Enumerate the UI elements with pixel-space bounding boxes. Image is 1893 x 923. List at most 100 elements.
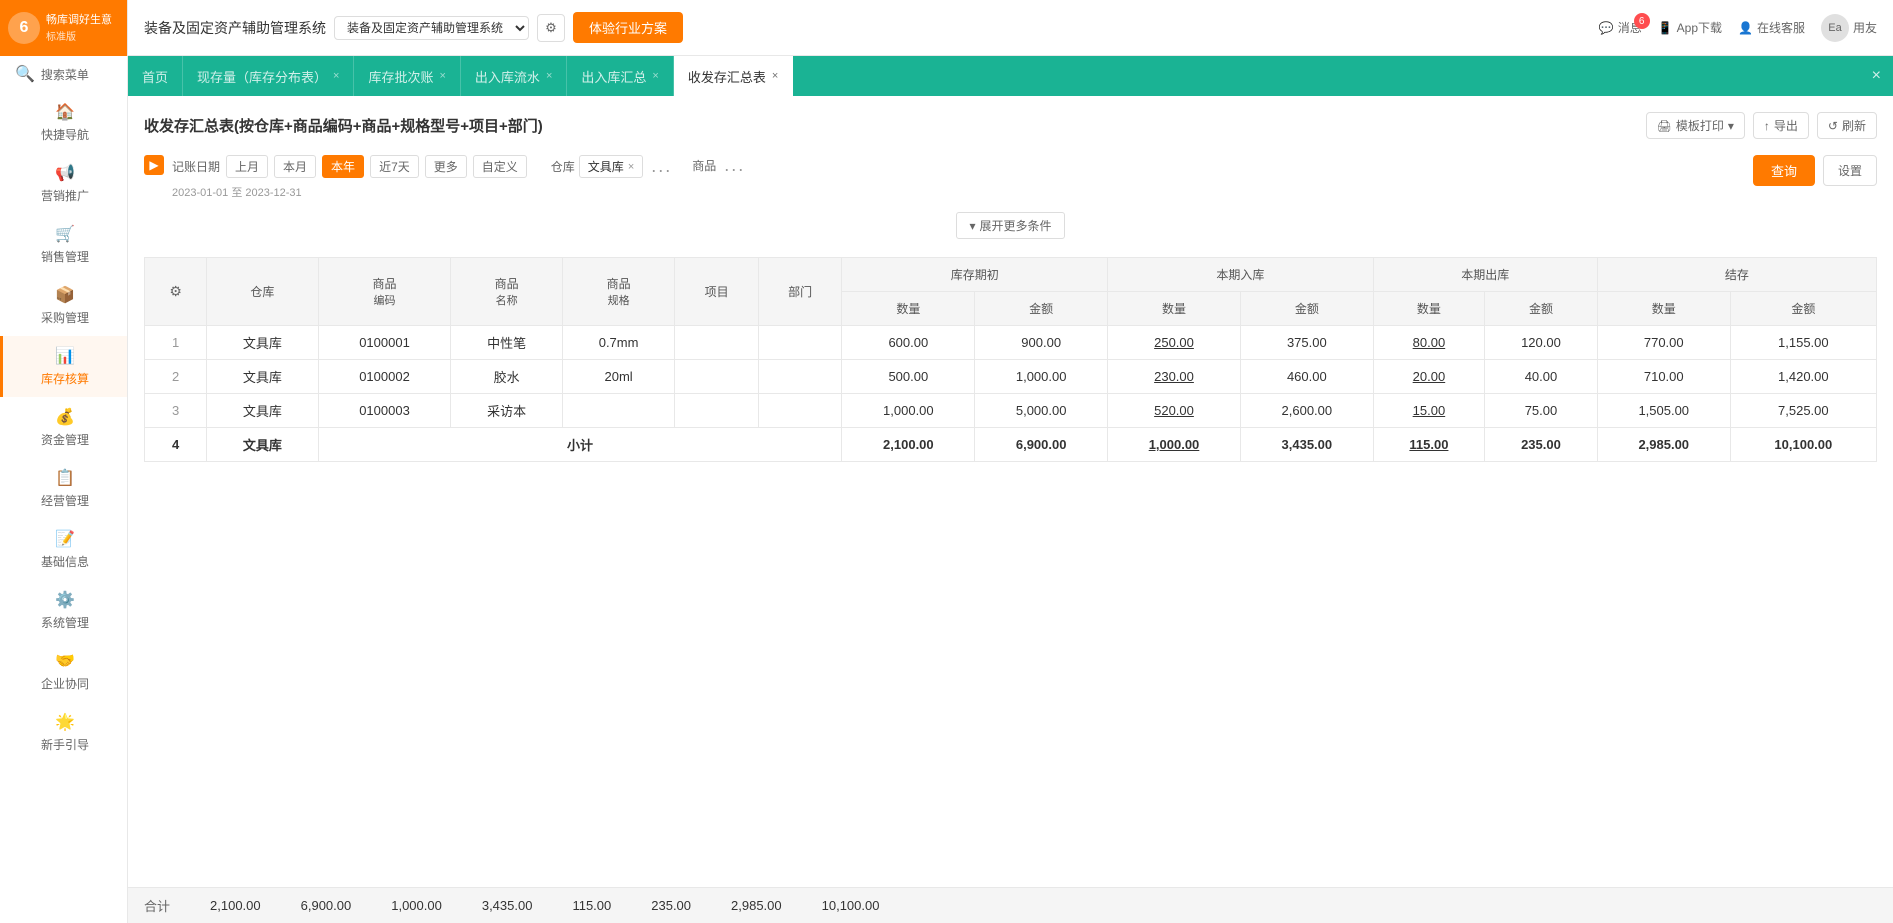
cell-in-amt: 375.00	[1240, 326, 1373, 360]
tab-flow[interactable]: 出入库流水 ×	[461, 56, 567, 96]
cell-out-qty[interactable]: 80.00	[1373, 326, 1484, 360]
th-close-amt: 金额	[1730, 292, 1876, 326]
cell-opening-amt: 900.00	[975, 326, 1108, 360]
logo-text: 畅库调好生意	[46, 13, 112, 28]
sidebar-item-system[interactable]: ⚙️ 系统管理	[0, 580, 127, 641]
subtotal-out-qty[interactable]: 115.00	[1373, 428, 1484, 462]
subtotal-close-qty: 2,985.00	[1597, 428, 1730, 462]
sidebar-item-quick-nav[interactable]: 🏠 快捷导航	[0, 92, 127, 153]
sidebar-item-finance[interactable]: 💰 资金管理	[0, 397, 127, 458]
tab-close-batch[interactable]: ×	[439, 70, 445, 82]
cell-in-amt: 460.00	[1240, 360, 1373, 394]
date-btn-last-month[interactable]: 上月	[226, 155, 268, 178]
username-label: 用友	[1853, 19, 1877, 36]
content-area: 收发存汇总表(按仓库+商品编码+商品+规格型号+项目+部门) 🖨 模板打印 ▾ …	[128, 96, 1893, 887]
tab-batch[interactable]: 库存批次账 ×	[354, 56, 460, 96]
tab-home[interactable]: 首页	[128, 56, 183, 96]
cell-goods-code: 0100002	[318, 360, 451, 394]
subtotal-out-amt: 235.00	[1485, 428, 1598, 462]
th-project: 项目	[675, 258, 759, 326]
sidebar-item-sales[interactable]: 🛒 销售管理	[0, 214, 127, 275]
system-select[interactable]: 装备及固定资产辅助管理系统	[334, 16, 529, 40]
warehouse-more-button[interactable]: ...	[647, 156, 676, 177]
goods-label: 商品	[692, 157, 716, 174]
main-area: 装备及固定资产辅助管理系统 装备及固定资产辅助管理系统 ⚙ 体验行业方案 💬 消…	[128, 0, 1893, 923]
corp-icon: 🤝	[55, 651, 75, 671]
row-num: 1	[145, 326, 207, 360]
sidebar-item-operations[interactable]: 📋 经营管理	[0, 458, 127, 519]
th-opening-amt: 金额	[975, 292, 1108, 326]
filter-toggle-btn[interactable]: ▶	[144, 155, 164, 175]
date-btn-this-month[interactable]: 本月	[274, 155, 316, 178]
subtotal-num: 4	[145, 428, 207, 462]
cell-department	[758, 394, 842, 428]
warehouse-label: 仓库	[551, 158, 575, 175]
cell-out-amt: 120.00	[1485, 326, 1598, 360]
th-in-qty: 数量	[1108, 292, 1241, 326]
page-title-text: 收发存汇总表(按仓库+商品编码+商品+规格型号+项目+部门)	[144, 115, 543, 136]
cell-warehouse: 文具库	[207, 394, 318, 428]
tab-close-recv-send[interactable]: ×	[772, 70, 778, 82]
tabbar: 首页 现存量（库存分布表） × 库存批次账 × 出入库流水 × 出入库汇总 × …	[128, 56, 1893, 96]
expand-more-conditions-button[interactable]: ▾ 展开更多条件	[956, 212, 1064, 239]
cell-out-qty[interactable]: 20.00	[1373, 360, 1484, 394]
tab-close-inventory-dist[interactable]: ×	[333, 70, 339, 82]
notification-button[interactable]: 💬 消息 6	[1599, 19, 1642, 36]
sidebar-item-search[interactable]: 🔍 搜索菜单	[0, 56, 127, 92]
date-btn-this-year[interactable]: 本年	[322, 155, 364, 178]
cell-in-qty[interactable]: 230.00	[1108, 360, 1241, 394]
table-row: 2 文具库 0100002 胶水 20ml 500.00 1,000.00 23…	[145, 360, 1877, 394]
date-btn-more[interactable]: 更多	[425, 155, 467, 178]
cell-goods-spec	[562, 394, 675, 428]
subtotal-in-qty[interactable]: 1,000.00	[1108, 428, 1241, 462]
cell-goods-spec: 20ml	[562, 360, 675, 394]
date-btn-custom[interactable]: 自定义	[473, 155, 527, 178]
filter-warehouse-group: 仓库 文具库 × ...	[551, 155, 676, 178]
filter-setting-button[interactable]: 设置	[1823, 155, 1877, 186]
sidebar-item-label: 企业协同	[41, 675, 89, 692]
user-menu-button[interactable]: Ea 用友	[1821, 14, 1877, 42]
app-download-button[interactable]: 📱 App下载	[1658, 19, 1722, 36]
th-settings[interactable]: ⚙	[145, 258, 207, 326]
refresh-button[interactable]: ↺ 刷新	[1817, 112, 1877, 139]
topbar-left: 装备及固定资产辅助管理系统 装备及固定资产辅助管理系统 ⚙ 体验行业方案	[144, 12, 683, 43]
subtotal-warehouse: 文具库	[207, 428, 318, 462]
cell-in-amt: 2,600.00	[1240, 394, 1373, 428]
query-button[interactable]: 查询	[1753, 155, 1815, 186]
goods-more-button[interactable]: ...	[720, 155, 749, 176]
sidebar-item-marketing[interactable]: 📢 营销推广	[0, 153, 127, 214]
warehouse-tag-remove[interactable]: ×	[628, 161, 634, 173]
th-opening-qty: 数量	[842, 292, 975, 326]
sidebar-item-label: 采购管理	[41, 309, 89, 326]
page-container: 收发存汇总表(按仓库+商品编码+商品+规格型号+项目+部门) 🖨 模板打印 ▾ …	[128, 96, 1893, 887]
sidebar-item-basic-info[interactable]: 📝 基础信息	[0, 519, 127, 580]
purchase-icon: 📦	[55, 285, 75, 305]
tab-inventory-dist[interactable]: 现存量（库存分布表） ×	[183, 56, 354, 96]
cell-close-qty: 1,505.00	[1597, 394, 1730, 428]
online-service-button[interactable]: 👤 在线客服	[1738, 19, 1805, 36]
date-btn-7days[interactable]: 近7天	[370, 155, 419, 178]
cell-in-qty[interactable]: 520.00	[1108, 394, 1241, 428]
tab-close-summary[interactable]: ×	[652, 70, 658, 82]
sidebar-item-label: 经营管理	[41, 492, 89, 509]
print-template-button[interactable]: 🖨 模板打印 ▾	[1646, 112, 1745, 139]
sidebar-item-corp[interactable]: 🤝 企业协同	[0, 641, 127, 702]
cell-in-qty[interactable]: 250.00	[1108, 326, 1241, 360]
logo-sub: 标准版	[46, 28, 112, 43]
tab-recv-send[interactable]: 收发存汇总表 ×	[674, 56, 793, 96]
subtotal-row: 4 文具库 小计 2,100.00 6,900.00 1,000.00 3,43…	[145, 428, 1877, 462]
settings-gear-button[interactable]: ⚙	[537, 14, 565, 42]
tab-close-flow[interactable]: ×	[546, 70, 552, 82]
export-button[interactable]: ↑ 导出	[1753, 112, 1809, 139]
cell-out-qty[interactable]: 15.00	[1373, 394, 1484, 428]
footer-opening-amt: 6,900.00	[301, 898, 352, 913]
sales-icon: 🛒	[55, 224, 75, 244]
expand-filter-row: ▾ 展开更多条件	[144, 208, 1877, 247]
try-industry-button[interactable]: 体验行业方案	[573, 12, 683, 43]
close-all-tabs-button[interactable]: ×	[1860, 67, 1893, 85]
sidebar-item-guide[interactable]: 🌟 新手引导	[0, 702, 127, 763]
sidebar-item-inventory[interactable]: 📊 库存核算	[0, 336, 127, 397]
sidebar-item-purchase[interactable]: 📦 采购管理	[0, 275, 127, 336]
tab-summary[interactable]: 出入库汇总 ×	[567, 56, 673, 96]
cell-project	[675, 360, 759, 394]
